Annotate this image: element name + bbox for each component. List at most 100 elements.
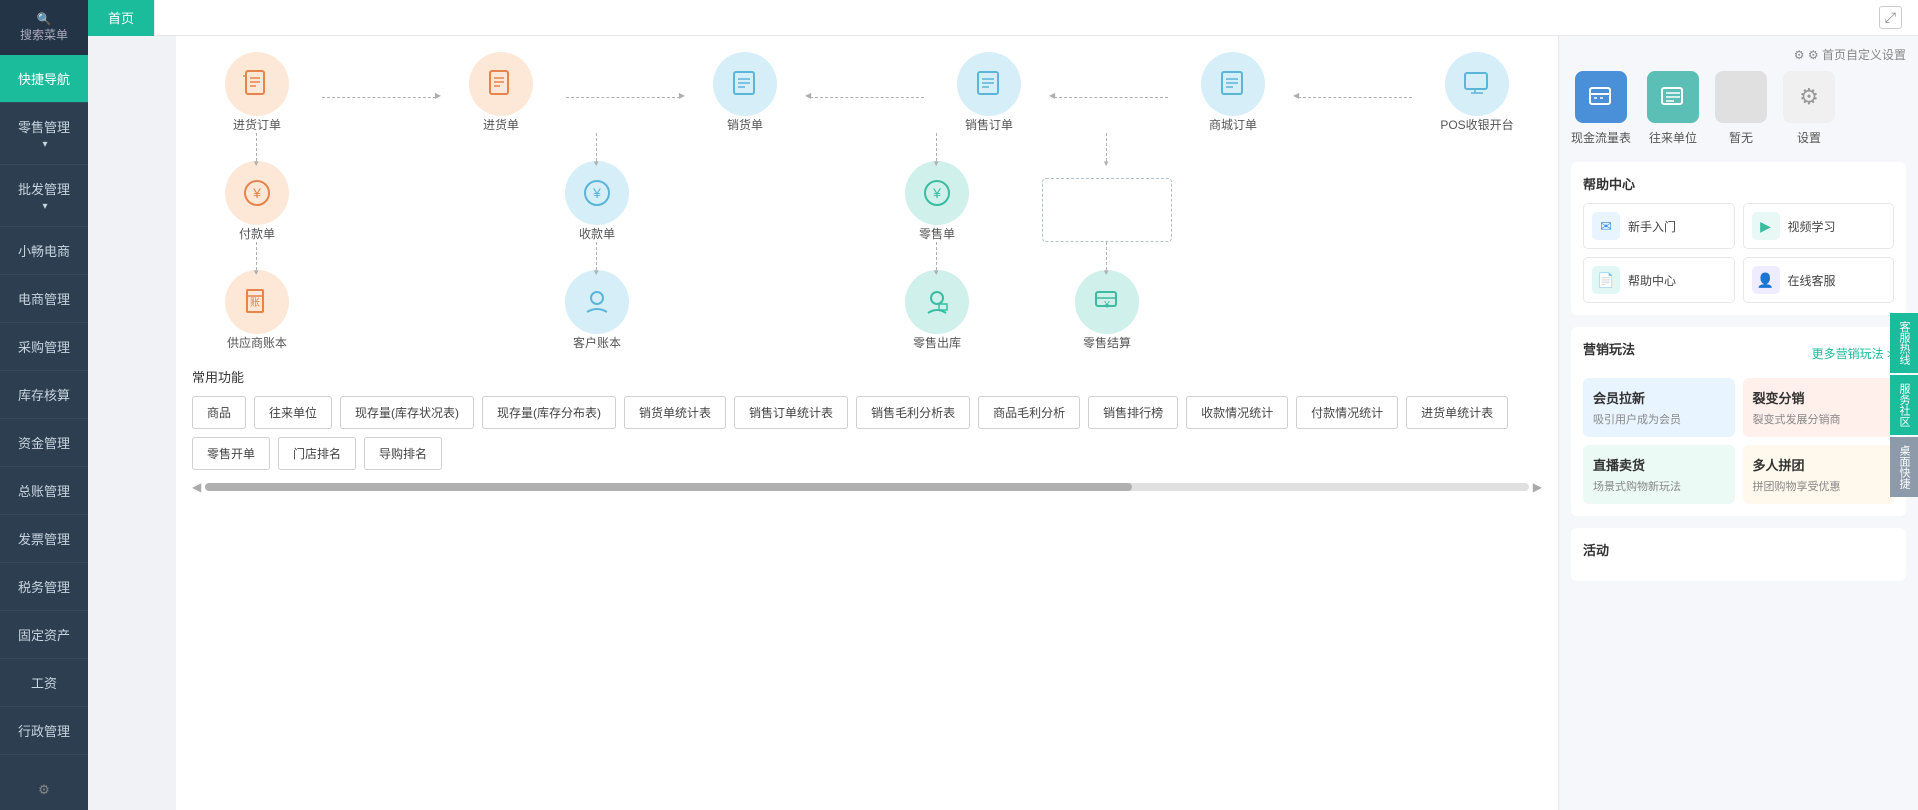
func-grid: 商品 往来单位 现存量(库存状况表) 现存量(库存分布表) 销货单统计表 销售订… <box>192 396 1542 470</box>
mkt-live[interactable]: 直播卖货 场景式购物新玩法 <box>1583 445 1735 504</box>
wf-label-supplier-book: 供应商账本 <box>227 334 287 351</box>
wf-node-supplier-book[interactable]: 账 供应商账本 <box>192 270 322 351</box>
fullscreen-button[interactable]: ⤢ <box>1879 6 1902 29</box>
wf-icon-receipt: ¥ <box>565 161 629 225</box>
wf-node-receipt[interactable]: ¥ 收款单 <box>532 161 662 242</box>
func-btn-stock-status[interactable]: 现存量(库存状况表) <box>340 396 474 429</box>
sidebar-item-purchase[interactable]: 采购管理 <box>0 323 88 371</box>
func-btn-goods-profit[interactable]: 商品毛利分析 <box>978 396 1080 429</box>
wf-node-sales-bill[interactable]: 销货单 <box>680 52 810 133</box>
sidebar-item-invoice[interactable]: 发票管理 <box>0 515 88 563</box>
sidebar-item-ecommerce-small[interactable]: 小畅电商 <box>0 227 88 275</box>
help-video-icon: ▶ <box>1752 212 1780 240</box>
qn-cashflow[interactable]: 现金流量表 <box>1571 71 1631 146</box>
wf-vertical-arrows-row2 <box>192 242 1542 270</box>
scroll-right-btn[interactable]: ▶ <box>1533 480 1542 494</box>
marketing-header: 营销玩法 更多营销玩法 > <box>1583 339 1894 368</box>
scroll-track[interactable] <box>205 483 1529 491</box>
wf-node-mall-order[interactable]: 商城订单 <box>1168 52 1298 133</box>
scroll-left-btn[interactable]: ◀ <box>192 480 201 494</box>
customize-icon: ⚙ <box>1794 48 1805 62</box>
sidebar-item-quick-nav[interactable]: 快捷导航 <box>0 55 88 103</box>
func-btn-store-rank[interactable]: 门店排名 <box>278 437 356 470</box>
qn-cashflow-label: 现金流量表 <box>1571 129 1631 146</box>
mkt-group[interactable]: 多人拼团 拼团购物享受优惠 <box>1743 445 1895 504</box>
qn-none[interactable]: 暂无 <box>1715 71 1767 146</box>
wf-row3: 账 供应商账本 客户账本 <box>192 270 1542 351</box>
svg-text:¥: ¥ <box>592 185 601 201</box>
wf-icon-customer-book <box>565 270 629 334</box>
wf-node-purchase-order[interactable]: 进货订单 <box>192 52 322 133</box>
help-online-service[interactable]: 👤 在线客服 <box>1743 257 1895 303</box>
sidebar-item-tax[interactable]: 税务管理 <box>0 563 88 611</box>
marketing-more-btn[interactable]: 更多营销玩法 > <box>1812 345 1894 362</box>
func-btn-retail-order[interactable]: 零售开单 <box>192 437 270 470</box>
wf-icon-purchase-order <box>225 52 289 116</box>
qn-settings[interactable]: ⚙ 设置 <box>1783 71 1835 146</box>
float-desktop-btn[interactable]: 桌面快捷 <box>1890 437 1918 497</box>
func-btn-sales-order-stat[interactable]: 销售订单统计表 <box>734 396 848 429</box>
wf-icon-sales-bill <box>713 52 777 116</box>
marketing-box: 营销玩法 更多营销玩法 > 会员拉新 吸引用户成为会员 裂变分销 裂变式发展分销… <box>1571 327 1906 516</box>
wf-node-retail-outbound[interactable]: 零售出库 <box>872 270 1002 351</box>
sidebar-item-finance[interactable]: 资金管理 <box>0 419 88 467</box>
help-beginner[interactable]: ✉ 新手入门 <box>1583 203 1735 249</box>
sidebar-item-fixed-assets[interactable]: 固定资产 <box>0 611 88 659</box>
wf-icon-purchase-bill <box>469 52 533 116</box>
scroll-thumb <box>205 483 1131 491</box>
arrow-v-right <box>1106 242 1108 270</box>
help-video[interactable]: ▶ 视频学习 <box>1743 203 1895 249</box>
wf-vertical-arrows-row1 <box>192 133 1542 161</box>
sidebar-item-retail[interactable]: 零售管理 ▾ <box>0 103 88 165</box>
float-community-btn[interactable]: 服务社区 <box>1890 375 1918 435</box>
qn-none-label: 暂无 <box>1729 129 1753 146</box>
wf-label-sales-bill: 销货单 <box>727 116 763 133</box>
func-btn-guide-rank[interactable]: 导购排名 <box>364 437 442 470</box>
arrow-v-1 <box>256 133 258 161</box>
sidebar-item-inventory[interactable]: 库存核算 <box>0 371 88 419</box>
help-center-box: 帮助中心 ✉ 新手入门 ▶ 视频学习 📄 帮助中心 👤 在线客服 <box>1571 162 1906 315</box>
expand-icon: ▾ <box>42 201 47 212</box>
func-btn-stock-dist[interactable]: 现存量(库存分布表) <box>482 396 616 429</box>
sidebar-item-wholesale[interactable]: 批发管理 ▾ <box>0 165 88 227</box>
func-btn-receipt-stat[interactable]: 收款情况统计 <box>1186 396 1288 429</box>
qn-contacts[interactable]: 往来单位 <box>1647 71 1699 146</box>
search-icon: 🔍 <box>37 12 52 26</box>
func-btn-contacts[interactable]: 往来单位 <box>254 396 332 429</box>
mkt-fission[interactable]: 裂变分销 裂变式发展分销商 <box>1743 378 1895 437</box>
func-btn-goods[interactable]: 商品 <box>192 396 246 429</box>
wf-node-payment[interactable]: ¥ 付款单 <box>192 161 322 242</box>
sidebar-item-admin[interactable]: 行政管理 <box>0 707 88 755</box>
wf-node-retail-bill[interactable]: ¥ 零售单 <box>872 161 1002 242</box>
func-btn-sales-stat[interactable]: 销货单统计表 <box>624 396 726 429</box>
wf-node-sales-order[interactable]: 销售订单 <box>924 52 1054 133</box>
arrow-v-receipt <box>596 242 598 270</box>
qn-cashflow-icon <box>1575 71 1627 123</box>
func-btn-sales-profit[interactable]: 销售毛利分析表 <box>856 396 970 429</box>
right-panel: ⚙ ⚙ 首页自定义设置 现金流量表 往来单位 暂无 <box>1558 36 1918 810</box>
search-menu-label: 搜索菜单 <box>8 26 80 43</box>
customize-settings-btn[interactable]: ⚙ ⚙ 首页自定义设置 <box>1571 46 1906 63</box>
wf-row2: ¥ 付款单 ¥ 收款单 <box>192 161 1542 242</box>
sidebar-item-ledger[interactable]: 总账管理 <box>0 467 88 515</box>
func-btn-payment-stat[interactable]: 付款情况统计 <box>1296 396 1398 429</box>
sidebar-settings-btn[interactable]: ⚙ <box>0 770 88 810</box>
tab-home[interactable]: 首页 <box>88 0 155 36</box>
sidebar-item-ecommerce-mgmt[interactable]: 电商管理 <box>0 275 88 323</box>
svg-text:¥: ¥ <box>932 185 941 201</box>
func-btn-sales-rank[interactable]: 销售排行榜 <box>1088 396 1178 429</box>
wf-node-purchase-bill[interactable]: 进货单 <box>436 52 566 133</box>
search-menu[interactable]: 🔍 搜索菜单 <box>0 0 88 55</box>
wf-node-retail-settlement[interactable]: ¥ 零售结算 <box>1042 270 1172 351</box>
quick-nav-icons: 现金流量表 往来单位 暂无 ⚙ 设置 <box>1571 71 1906 146</box>
arrow-2-3 <box>566 97 680 99</box>
sidebar-item-salary[interactable]: 工资 <box>0 659 88 707</box>
top-bar: 首页 ⤢ <box>88 0 1918 36</box>
mkt-member[interactable]: 会员拉新 吸引用户成为会员 <box>1583 378 1735 437</box>
help-center-link[interactable]: 📄 帮助中心 <box>1583 257 1735 303</box>
wf-node-customer-book[interactable]: 客户账本 <box>532 270 662 351</box>
float-service-btn[interactable]: 客服热线 <box>1890 313 1918 373</box>
wf-label-retail-bill: 零售单 <box>919 225 955 242</box>
func-btn-purchase-stat[interactable]: 进货单统计表 <box>1406 396 1508 429</box>
wf-node-pos[interactable]: POS收银开台 <box>1412 52 1542 133</box>
